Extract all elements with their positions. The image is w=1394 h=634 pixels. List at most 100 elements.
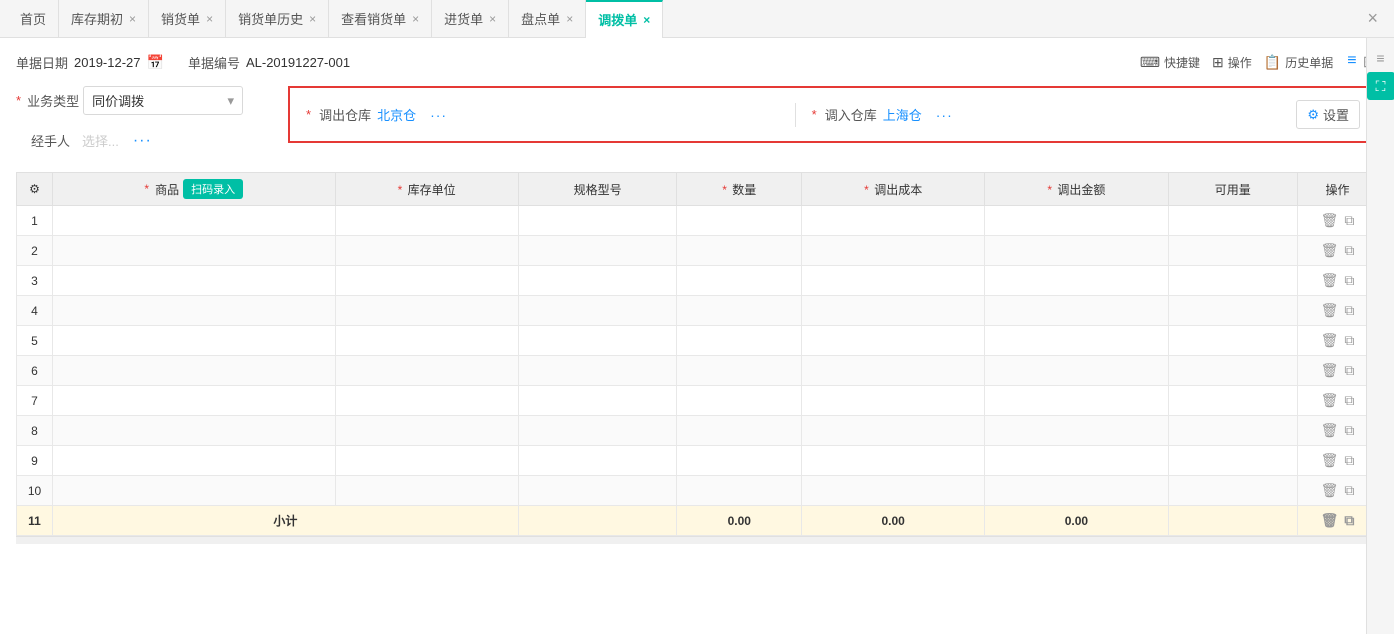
sidebar-list-icon[interactable]: ≡ [1369, 46, 1393, 70]
copy-icon[interactable]: ⧉ [1344, 482, 1354, 499]
row-available[interactable] [1168, 236, 1297, 266]
tab-transfer[interactable]: 调拨单 × [586, 0, 663, 38]
row-available[interactable] [1168, 206, 1297, 236]
copy-icon[interactable]: ⧉ [1344, 302, 1354, 319]
row-available[interactable] [1168, 416, 1297, 446]
row-cost[interactable] [802, 386, 985, 416]
tab-view-sales[interactable]: 查看销货单 × [329, 0, 432, 38]
tab-inventory-init[interactable]: 库存期初 × [59, 0, 149, 38]
copy-icon[interactable]: ⧉ [1344, 452, 1354, 469]
row-amount[interactable] [985, 296, 1168, 326]
bottom-scrollbar[interactable] [16, 536, 1378, 544]
tab-sales-history[interactable]: 销货单历史 × [226, 0, 329, 38]
th-gear[interactable]: ⚙ [17, 173, 53, 206]
row-cost[interactable] [802, 326, 985, 356]
row-qty[interactable] [677, 236, 802, 266]
row-unit[interactable] [335, 326, 518, 356]
row-product[interactable] [53, 446, 336, 476]
delete-icon[interactable]: 🗑 [1321, 272, 1339, 289]
row-available[interactable] [1168, 476, 1297, 506]
warehouse-out-ellipsis[interactable]: ··· [430, 107, 447, 123]
close-inventory-check[interactable]: × [566, 12, 573, 26]
row-spec[interactable] [518, 386, 677, 416]
handler-ellipsis[interactable]: ··· [133, 132, 152, 150]
warehouse-in-value[interactable]: 上海仓 [883, 105, 922, 124]
delete-icon[interactable]: 🗑 [1321, 452, 1339, 469]
row-product[interactable] [53, 386, 336, 416]
row-qty[interactable] [677, 266, 802, 296]
row-available[interactable] [1168, 266, 1297, 296]
copy-icon[interactable]: ⧉ [1344, 212, 1354, 229]
row-product[interactable] [53, 326, 336, 356]
row-product[interactable] [53, 416, 336, 446]
history-button[interactable]: 📋 历史单据 [1264, 54, 1333, 71]
row-available[interactable] [1168, 446, 1297, 476]
row-amount[interactable] [985, 446, 1168, 476]
delete-icon[interactable]: 🗑 [1321, 422, 1339, 439]
list-view-button[interactable]: ≡ [1345, 50, 1358, 74]
row-spec[interactable] [518, 296, 677, 326]
copy-icon[interactable]: ⧉ [1344, 332, 1354, 349]
row-spec[interactable] [518, 446, 677, 476]
row-qty[interactable] [677, 296, 802, 326]
settings-button[interactable]: ⚙ 设置 [1296, 100, 1360, 129]
row-amount[interactable] [985, 266, 1168, 296]
calendar-icon[interactable]: 📅 [147, 54, 164, 71]
row-qty[interactable] [677, 206, 802, 236]
row-unit[interactable] [335, 296, 518, 326]
row-amount[interactable] [985, 206, 1168, 236]
handler-select[interactable]: 选择... [82, 131, 119, 150]
close-view-sales[interactable]: × [412, 12, 419, 26]
row-product[interactable] [53, 476, 336, 506]
row-spec[interactable] [518, 266, 677, 296]
close-inventory-init[interactable]: × [129, 12, 136, 26]
row-cost[interactable] [802, 416, 985, 446]
close-transfer[interactable]: × [643, 13, 650, 27]
row-amount[interactable] [985, 236, 1168, 266]
row-cost[interactable] [802, 446, 985, 476]
row-unit[interactable] [335, 266, 518, 296]
row-available[interactable] [1168, 326, 1297, 356]
row-unit[interactable] [335, 446, 518, 476]
scan-button[interactable]: 扫码录入 [183, 179, 243, 199]
row-product[interactable] [53, 266, 336, 296]
delete-icon[interactable]: 🗑 [1321, 362, 1339, 379]
row-cost[interactable] [802, 356, 985, 386]
row-spec[interactable] [518, 236, 677, 266]
row-qty[interactable] [677, 356, 802, 386]
row-qty[interactable] [677, 416, 802, 446]
row-amount[interactable] [985, 416, 1168, 446]
delete-icon[interactable]: 🗑 [1321, 392, 1339, 409]
warehouse-in-ellipsis[interactable]: ··· [936, 107, 953, 123]
copy-icon[interactable]: ⧉ [1344, 422, 1354, 439]
row-spec[interactable] [518, 326, 677, 356]
row-cost[interactable] [802, 206, 985, 236]
row-product[interactable] [53, 356, 336, 386]
shortcut-button[interactable]: ⌨ 快捷键 [1140, 54, 1200, 71]
close-sales-order[interactable]: × [206, 12, 213, 26]
row-spec[interactable] [518, 476, 677, 506]
copy-icon[interactable]: ⧉ [1344, 392, 1354, 409]
row-unit[interactable] [335, 386, 518, 416]
business-type-select[interactable]: 同价调拨 ▾ [83, 86, 243, 115]
delete-icon[interactable]: 🗑 [1321, 212, 1339, 229]
row-cost[interactable] [802, 296, 985, 326]
row-available[interactable] [1168, 386, 1297, 416]
tab-bar-close-button[interactable]: × [1359, 8, 1386, 29]
row-qty[interactable] [677, 446, 802, 476]
tab-purchase-order[interactable]: 进货单 × [432, 0, 509, 38]
row-cost[interactable] [802, 476, 985, 506]
row-available[interactable] [1168, 296, 1297, 326]
row-unit[interactable] [335, 416, 518, 446]
tab-sales-order[interactable]: 销货单 × [149, 0, 226, 38]
row-amount[interactable] [985, 326, 1168, 356]
copy-icon[interactable]: ⧉ [1344, 242, 1354, 259]
row-cost[interactable] [802, 266, 985, 296]
row-unit[interactable] [335, 356, 518, 386]
delete-icon[interactable]: 🗑 [1321, 302, 1339, 319]
sidebar-expand-icon[interactable]: ⛶ [1367, 72, 1394, 100]
row-qty[interactable] [677, 476, 802, 506]
close-sales-history[interactable]: × [309, 12, 316, 26]
row-amount[interactable] [985, 476, 1168, 506]
row-qty[interactable] [677, 326, 802, 356]
